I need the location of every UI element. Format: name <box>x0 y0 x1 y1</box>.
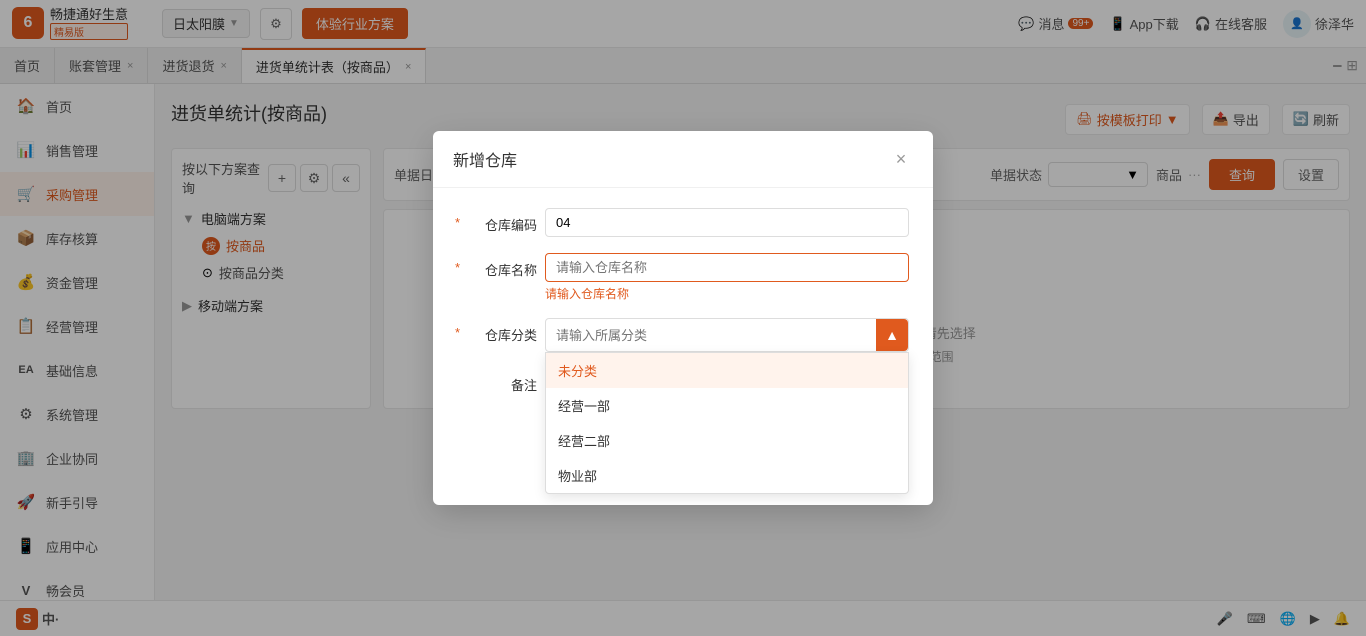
category-option-property[interactable]: 物业部 <box>546 458 908 493</box>
modal-close-button[interactable]: × <box>889 147 913 171</box>
warehouse-name-error: 请输入仓库名称 <box>545 285 909 302</box>
modal-body: 仓库编码 仓库名称 请输入仓库名称 仓库分类 <box>433 188 933 448</box>
category-input-wrap: ▲ <box>545 318 909 352</box>
warehouse-code-label: 仓库编码 <box>457 208 537 234</box>
category-option-unclassified[interactable]: 未分类 <box>546 353 908 388</box>
category-option-dept1[interactable]: 经营一部 <box>546 388 908 423</box>
warehouse-category-row: 仓库分类 ▲ 未分类 经营一部 <box>457 318 909 352</box>
warehouse-category-label: 仓库分类 <box>457 318 537 344</box>
warehouse-name-row: 仓库名称 请输入仓库名称 <box>457 253 909 302</box>
warehouse-code-field <box>545 208 909 237</box>
modal-header: 新增仓库 × <box>433 131 933 188</box>
category-toggle-button[interactable]: ▲ <box>876 319 908 351</box>
warehouse-code-input[interactable] <box>545 208 909 237</box>
category-dropdown: 未分类 经营一部 经营二部 物业部 <box>545 352 909 494</box>
warehouse-category-selector: ▲ 未分类 经营一部 经营二部 <box>545 318 909 352</box>
category-option-dept2[interactable]: 经营二部 <box>546 423 908 458</box>
notes-label: 备注 <box>457 368 537 394</box>
warehouse-name-input[interactable] <box>545 253 909 282</box>
warehouse-code-row: 仓库编码 <box>457 208 909 237</box>
warehouse-name-label: 仓库名称 <box>457 253 537 279</box>
category-input[interactable] <box>546 322 876 349</box>
add-warehouse-modal: 新增仓库 × 仓库编码 仓库名称 请输入仓库名称 仓库分类 <box>433 131 933 505</box>
modal-title: 新增仓库 <box>453 147 517 171</box>
warehouse-name-field: 请输入仓库名称 <box>545 253 909 302</box>
modal-overlay: 新增仓库 × 仓库编码 仓库名称 请输入仓库名称 仓库分类 <box>0 0 1366 636</box>
category-toggle-icon: ▲ <box>885 327 899 343</box>
